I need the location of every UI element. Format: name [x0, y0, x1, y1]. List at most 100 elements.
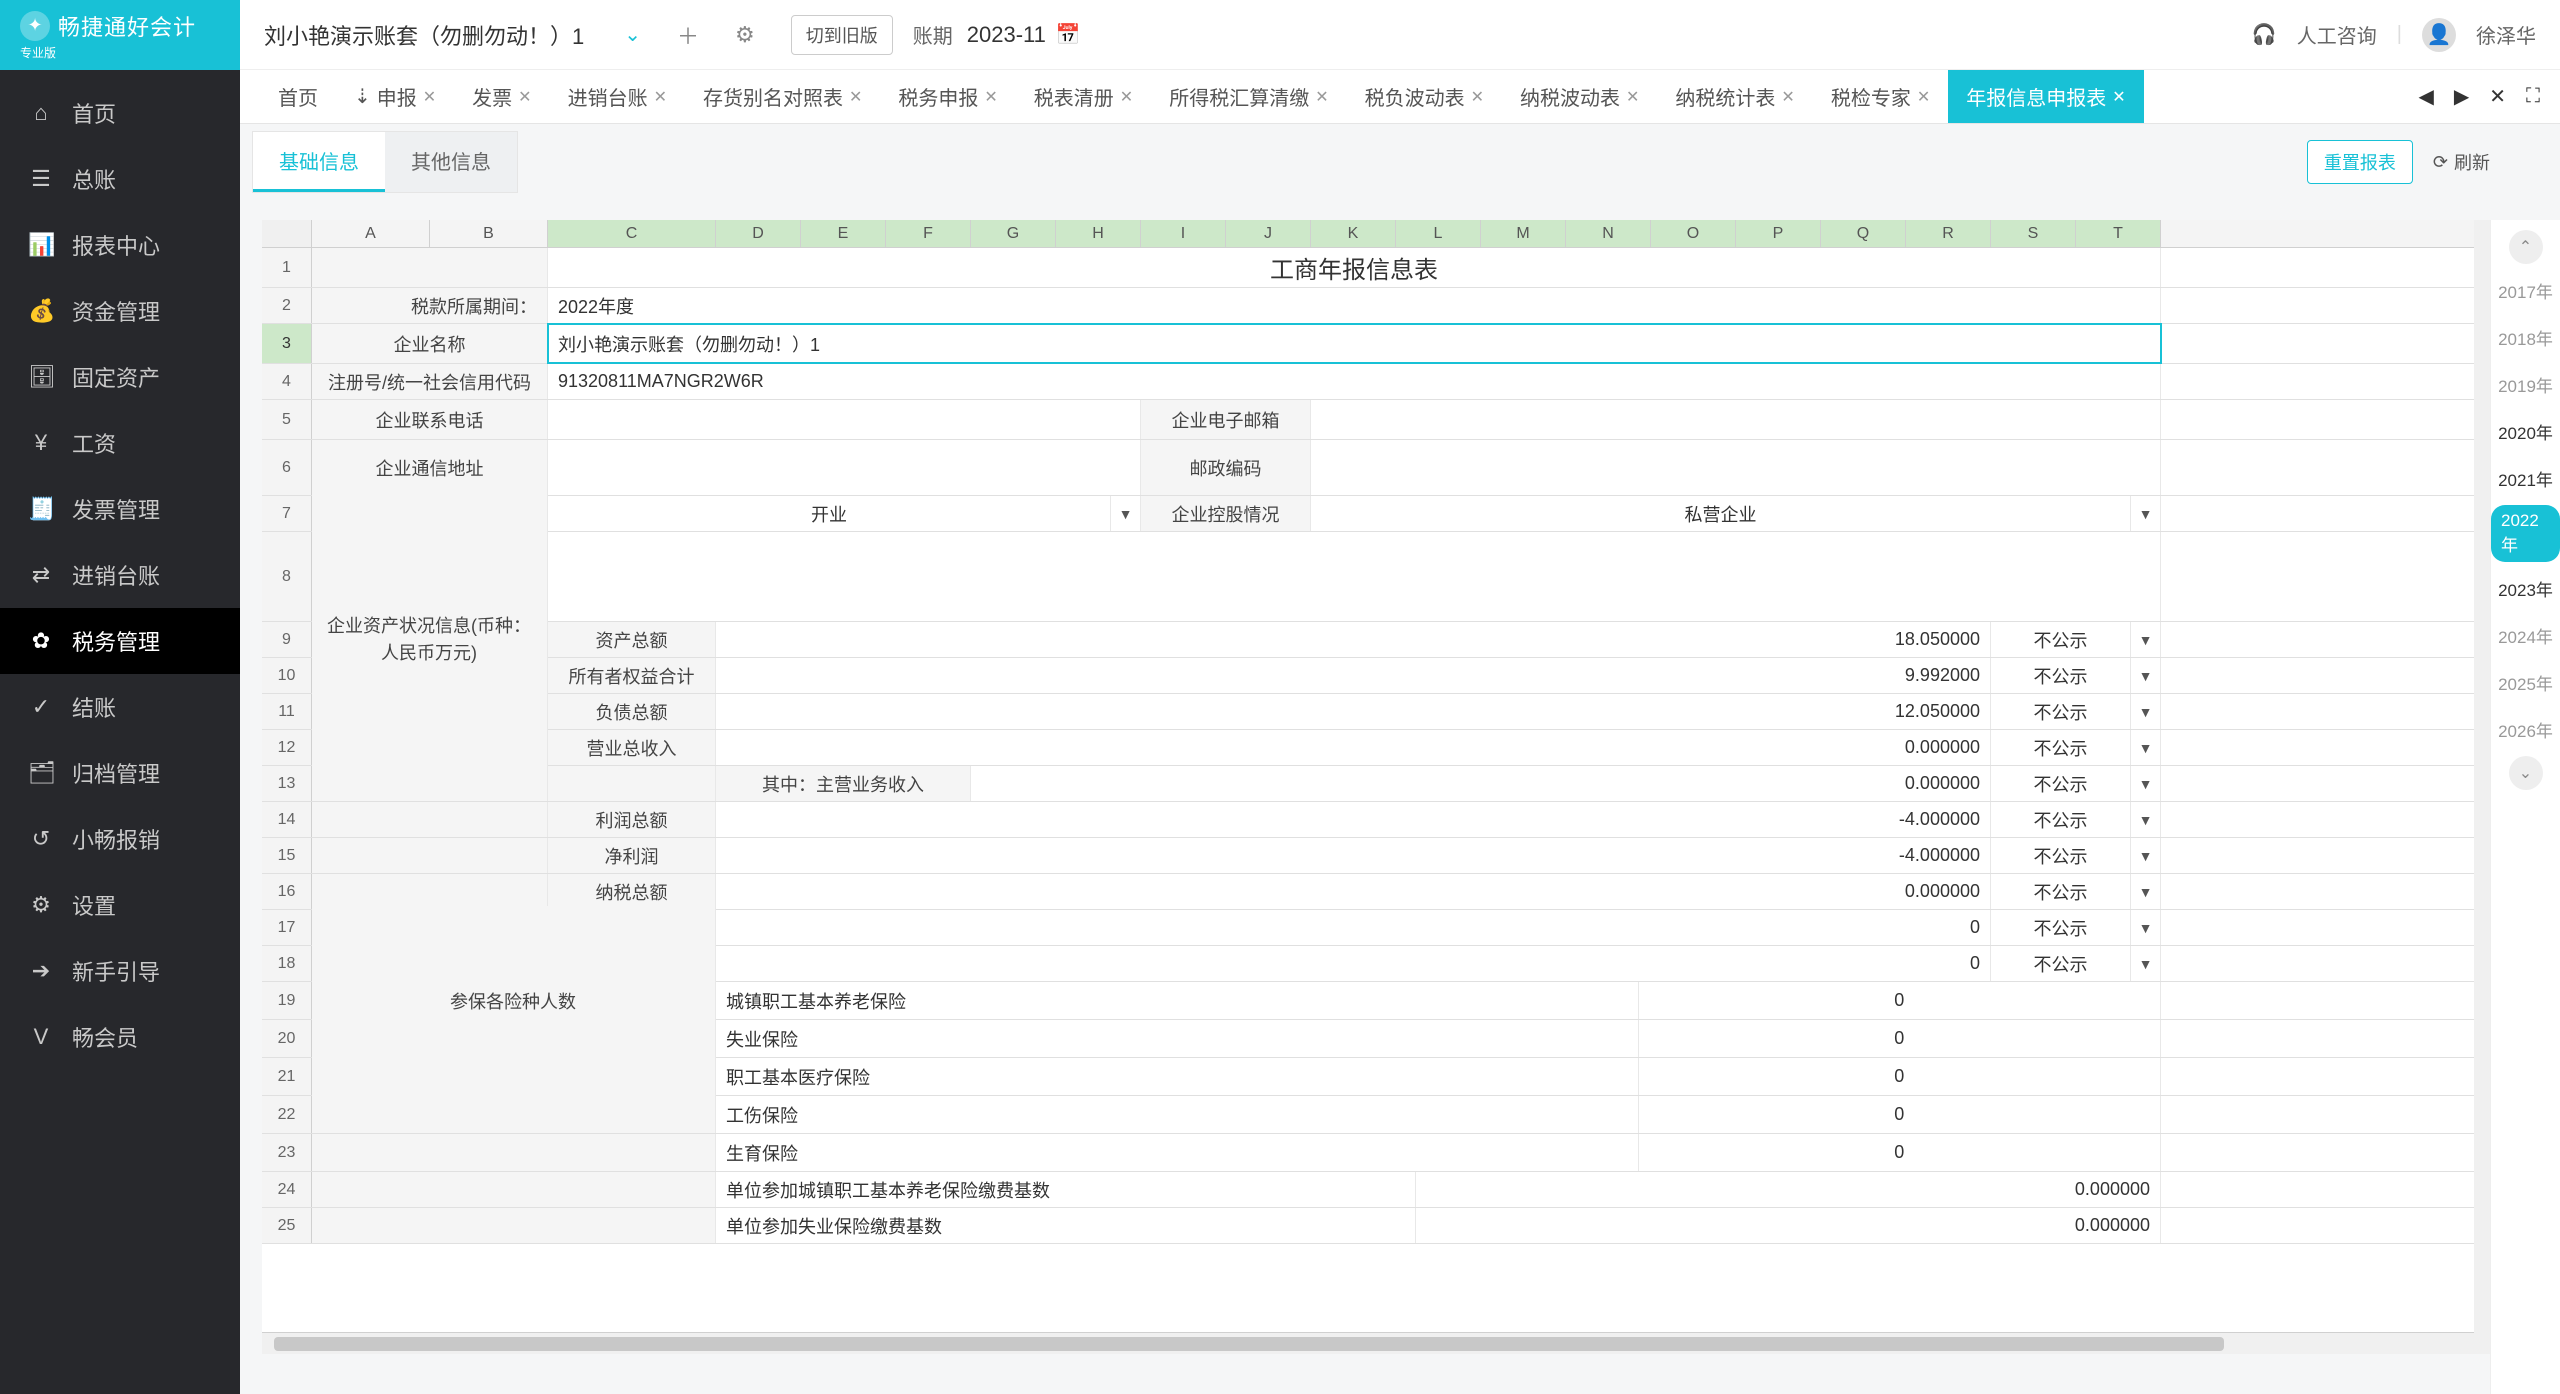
dropdown-value[interactable]: 不公示 — [1991, 910, 2131, 945]
tab-3[interactable]: 进销台账✕ — [550, 70, 685, 123]
row-header[interactable]: 19 — [262, 982, 312, 1019]
reg-value[interactable]: 91320811MA7NGR2W6R — [548, 364, 2161, 399]
tab-10[interactable]: 纳税统计表✕ — [1657, 70, 1812, 123]
tab-next-icon[interactable]: ▶ — [2454, 84, 2469, 109]
tab-9[interactable]: 纳税波动表✕ — [1502, 70, 1657, 123]
row-header[interactable]: 8 — [262, 532, 312, 621]
refresh-button[interactable]: ⟳ 刷新 — [2433, 149, 2490, 175]
add-account-icon[interactable]: ＋ — [677, 19, 699, 51]
column-header[interactable]: B — [430, 220, 548, 247]
user-avatar-icon[interactable]: 👤 — [2422, 18, 2456, 52]
subtab-other[interactable]: 其他信息 — [385, 132, 517, 192]
tab-11[interactable]: 税检专家✕ — [1813, 70, 1948, 123]
sidebar-item-10[interactable]: 🗂归档管理 — [0, 740, 240, 806]
fin-value[interactable]: -4.000000 — [716, 838, 1991, 873]
column-header[interactable]: O — [1651, 220, 1736, 247]
sidebar-item-9[interactable]: ✓结账 — [0, 674, 240, 740]
column-header[interactable]: A — [312, 220, 430, 247]
year-item[interactable]: 2021年 — [2498, 458, 2553, 499]
dropdown-value[interactable]: 不公示 — [1991, 730, 2131, 765]
main-biz-value[interactable] — [548, 532, 2161, 621]
dropdown-arrow-icon[interactable]: ▼ — [2131, 766, 2161, 801]
female-value[interactable]: 0 — [716, 946, 1991, 981]
consult-link[interactable]: 人工咨询 — [2297, 20, 2377, 49]
row-header[interactable]: 13 — [262, 766, 312, 801]
tab-7[interactable]: 所得税汇算清缴✕ — [1151, 70, 1346, 123]
column-header[interactable]: S — [1991, 220, 2076, 247]
insurance-value[interactable]: 0 — [1639, 1096, 2162, 1133]
tab-close-icon[interactable]: ✕ — [2112, 87, 2125, 107]
sidebar-item-14[interactable]: V畅会员 — [0, 1004, 240, 1070]
column-header[interactable]: D — [716, 220, 801, 247]
dropdown-value[interactable]: 不公示 — [1991, 838, 2131, 873]
dropdown-arrow-icon[interactable]: ▼ — [2131, 622, 2161, 657]
tab-close-icon[interactable]: ✕ — [1626, 87, 1639, 107]
dropdown-arrow-icon[interactable]: ▼ — [2131, 730, 2161, 765]
tab-5[interactable]: 税务申报✕ — [880, 70, 1015, 123]
row-header[interactable]: 18 — [262, 946, 312, 981]
tab-8[interactable]: 税负波动表✕ — [1347, 70, 1502, 123]
column-header[interactable]: R — [1906, 220, 1991, 247]
tab-close-icon[interactable]: ✕ — [1781, 87, 1794, 107]
dropdown-value[interactable]: 不公示 — [1991, 622, 2131, 657]
tab-close-all-icon[interactable]: ✕ — [2489, 84, 2506, 109]
row-header[interactable]: 3 — [262, 324, 312, 363]
column-header[interactable]: I — [1141, 220, 1226, 247]
tab-close-icon[interactable]: ✕ — [1120, 87, 1133, 107]
column-header[interactable]: F — [886, 220, 971, 247]
year-item[interactable]: 2020年 — [2498, 411, 2553, 452]
tab-close-icon[interactable]: ✕ — [518, 87, 531, 107]
tax-period-value[interactable]: 2022年度 — [548, 288, 2161, 323]
insurance-value[interactable]: 0 — [1639, 1134, 2162, 1171]
year-up-icon[interactable]: ⌃ — [2509, 230, 2543, 264]
row-header[interactable]: 6 — [262, 440, 312, 495]
dropdown-arrow-icon[interactable]: ▼ — [2131, 802, 2161, 837]
fin-value[interactable]: 0.000000 — [716, 874, 1991, 909]
sidebar-item-1[interactable]: ☰总账 — [0, 146, 240, 212]
dropdown-arrow-icon[interactable]: ▼ — [2131, 496, 2161, 531]
fin-value[interactable]: -4.000000 — [716, 802, 1991, 837]
sidebar-item-7[interactable]: ⇄进销台账 — [0, 542, 240, 608]
calendar-icon[interactable]: 📅 — [1056, 22, 1081, 47]
dropdown-arrow-icon[interactable]: ▼ — [2131, 910, 2161, 945]
column-header[interactable]: H — [1056, 220, 1141, 247]
tab-close-icon[interactable]: ✕ — [1471, 87, 1484, 107]
insurance-value[interactable]: 0 — [1639, 982, 2162, 1019]
email-value[interactable] — [1311, 400, 2161, 439]
row-header[interactable]: 12 — [262, 730, 312, 765]
row-header[interactable]: 20 — [262, 1020, 312, 1057]
dropdown-value[interactable]: 不公示 — [1991, 802, 2131, 837]
sidebar-item-13[interactable]: ➔新手引导 — [0, 938, 240, 1004]
row-header[interactable]: 5 — [262, 400, 312, 439]
row-header[interactable]: 22 — [262, 1096, 312, 1133]
phone-value[interactable] — [548, 400, 1141, 439]
tab-fullscreen-icon[interactable]: ⛶ — [2526, 85, 2540, 108]
sidebar-item-2[interactable]: 📊报表中心 — [0, 212, 240, 278]
row-header[interactable]: 2 — [262, 288, 312, 323]
year-down-icon[interactable]: ⌄ — [2509, 756, 2543, 790]
row-header[interactable]: 14 — [262, 802, 312, 837]
tab-close-icon[interactable]: ✕ — [1315, 87, 1328, 107]
tab-close-icon[interactable]: ✕ — [423, 87, 436, 107]
dropdown-arrow-icon[interactable]: ▼ — [1111, 496, 1141, 531]
dropdown-arrow-icon[interactable]: ▼ — [2131, 694, 2161, 729]
tab-0[interactable]: 首页 — [260, 70, 336, 123]
row-header[interactable]: 23 — [262, 1134, 312, 1171]
tab-close-icon[interactable]: ✕ — [849, 87, 862, 107]
company-value[interactable]: 刘小艳演示账套（勿删勿动！）1 — [548, 324, 2161, 363]
dropdown-value[interactable]: 不公示 — [1991, 658, 2131, 693]
tab-close-icon[interactable]: ✕ — [984, 87, 997, 107]
vertical-scrollbar[interactable] — [2474, 220, 2490, 1354]
row-header[interactable]: 17 — [262, 910, 312, 945]
postal-value[interactable] — [1311, 440, 2161, 495]
tab-1[interactable]: ⇣申报✕ — [336, 70, 454, 123]
row-header[interactable]: 7 — [262, 496, 312, 531]
row-header[interactable]: 10 — [262, 658, 312, 693]
dropdown-arrow-icon[interactable]: ▼ — [2131, 874, 2161, 909]
column-header[interactable]: L — [1396, 220, 1481, 247]
fin-value[interactable]: 0.000000 — [716, 730, 1991, 765]
column-header[interactable]: G — [971, 220, 1056, 247]
base-value[interactable]: 0.000000 — [1416, 1172, 2161, 1207]
employees-value[interactable]: 0 — [716, 910, 1991, 945]
column-header[interactable]: P — [1736, 220, 1821, 247]
